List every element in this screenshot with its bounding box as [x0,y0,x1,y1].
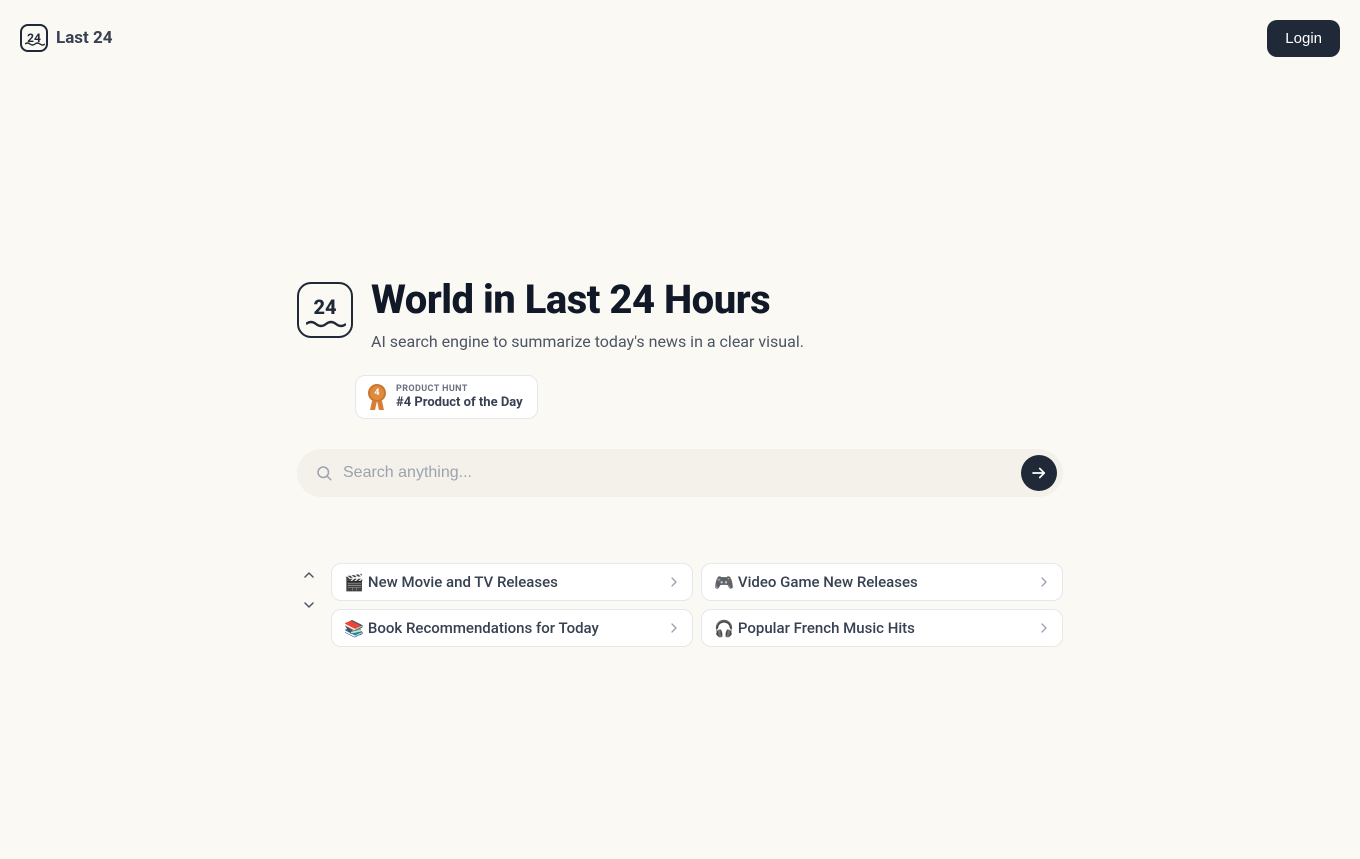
page-subtitle: AI search engine to summarize today's ne… [371,332,804,351]
suggestion-card[interactable]: 📚 Book Recommendations for Today [331,609,693,647]
gamepad-icon: 🎮 [714,573,734,592]
suggestions-next-button[interactable] [297,593,321,617]
suggestion-label: Video Game New Releases [738,573,1032,591]
chevron-down-icon [301,597,317,613]
suggestion-label: New Movie and TV Releases [368,573,662,591]
hero-logo-icon: 24 [297,282,353,338]
suggestion-label: Popular French Music Hits [738,619,1032,637]
suggestions: 🎬 New Movie and TV Releases 🎮 Video Game… [297,563,1063,647]
headphones-icon: 🎧 [714,619,734,638]
brand[interactable]: 24 Last 24 [20,24,113,52]
chevron-right-icon [1036,620,1052,636]
hero-text: World in Last 24 Hours AI search engine … [371,278,804,351]
medal-icon: 4 [366,384,388,410]
search-bar [297,449,1063,497]
chevron-right-icon [666,574,682,590]
suggestions-prev-button[interactable] [297,563,321,587]
suggestion-label: Book Recommendations for Today [368,619,662,637]
product-hunt-text: PRODUCT HUNT #4 Product of the Day [396,384,523,410]
suggestions-grid: 🎬 New Movie and TV Releases 🎮 Video Game… [331,563,1063,647]
hero: 24 World in Last 24 Hours AI search engi… [297,278,1063,351]
search-icon [315,464,333,482]
suggestion-card[interactable]: 🎮 Video Game New Releases [701,563,1063,601]
product-hunt-badge[interactable]: 4 PRODUCT HUNT #4 Product of the Day [355,375,538,419]
brand-name: Last 24 [56,28,113,48]
main-content: 24 World in Last 24 Hours AI search engi… [297,278,1063,647]
search-input[interactable] [343,464,1011,482]
page-title: World in Last 24 Hours [371,278,804,322]
header: 24 Last 24 Login [0,0,1360,76]
brand-logo-icon: 24 [20,24,48,52]
books-icon: 📚 [344,619,364,638]
login-button[interactable]: Login [1267,20,1340,57]
arrow-right-icon [1030,464,1048,482]
chevron-right-icon [1036,574,1052,590]
product-hunt-rank: #4 Product of the Day [396,395,523,410]
hero-logo-number: 24 [313,297,336,317]
search-submit-button[interactable] [1021,455,1057,491]
wave-icon [25,42,45,46]
suggestion-card[interactable]: 🎬 New Movie and TV Releases [331,563,693,601]
chevron-right-icon [666,620,682,636]
suggestion-card[interactable]: 🎧 Popular French Music Hits [701,609,1063,647]
product-hunt-label: PRODUCT HUNT [396,384,523,394]
suggestions-nav [297,563,321,617]
wave-icon [306,320,346,328]
clapper-icon: 🎬 [344,573,364,592]
chevron-up-icon [301,567,317,583]
medal-rank-number: 4 [374,388,379,398]
